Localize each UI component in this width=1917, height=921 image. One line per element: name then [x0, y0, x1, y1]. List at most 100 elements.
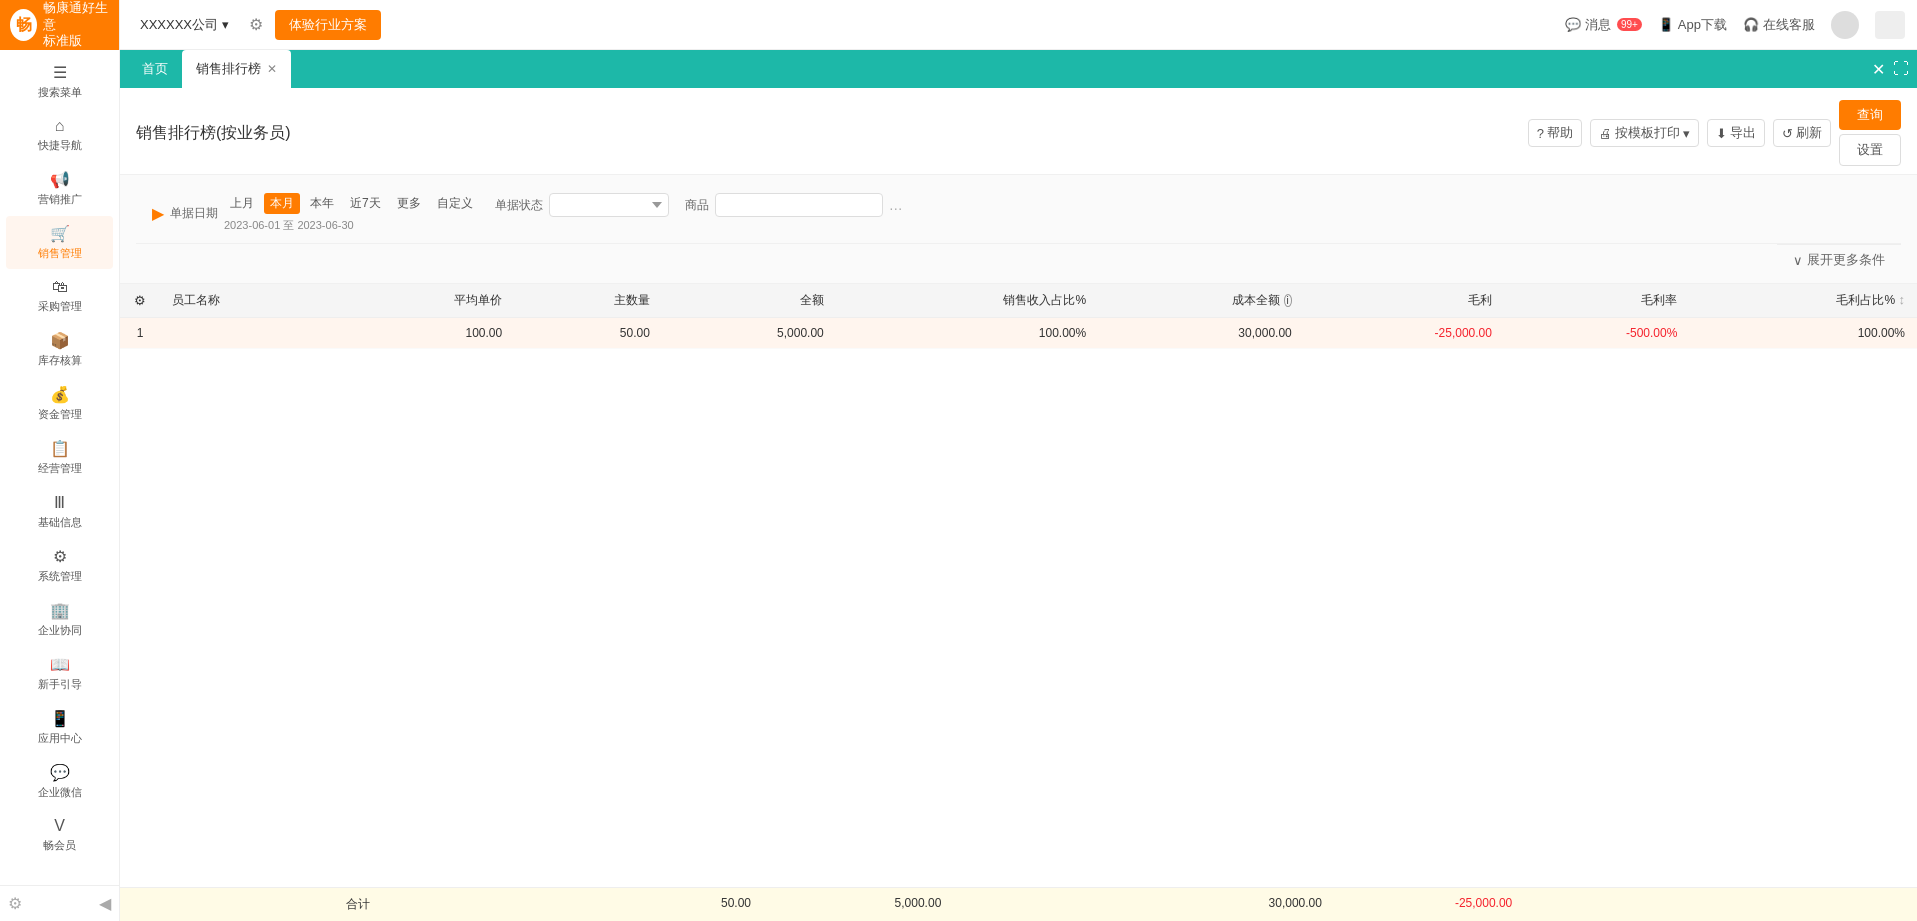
- sidebar-label-5: 库存核算: [38, 353, 82, 368]
- sidebar-icon-8: Ⅲ: [54, 493, 65, 512]
- sidebar-item-6[interactable]: 💰 资金管理: [6, 377, 113, 430]
- sidebar-label-14: 畅会员: [43, 838, 76, 853]
- sidebar-item-12[interactable]: 📱 应用中心: [6, 701, 113, 754]
- footer-qty: 50.00: [573, 896, 763, 913]
- sidebar-icon-6: 💰: [50, 385, 70, 404]
- message-badge: 99+: [1617, 18, 1642, 31]
- message-icon: 💬: [1565, 17, 1581, 32]
- tab-close-all-icon[interactable]: ✕: [1872, 60, 1885, 79]
- topbar-settings-icon[interactable]: ⚙: [249, 15, 263, 34]
- expand-more-btn[interactable]: ∨ 展开更多条件: [1777, 244, 1901, 275]
- sidebar-settings-icon[interactable]: ⚙: [8, 894, 22, 913]
- col-profit-rate: 毛利率: [1504, 284, 1689, 318]
- goods-more-icon[interactable]: …: [889, 197, 903, 213]
- goods-label: 商品: [685, 197, 709, 214]
- table-footer: 合计 50.00 5,000.00 30,000.00 -25,000.00: [120, 887, 1917, 921]
- tab-sales-ranking-label: 销售排行榜: [196, 60, 261, 78]
- row-qty: 50.00: [514, 318, 662, 349]
- col-settings-icon: ⚙: [134, 293, 146, 308]
- print-button[interactable]: 🖨 按模板打印 ▾: [1590, 119, 1699, 147]
- company-dropdown-icon: ▾: [222, 17, 229, 32]
- date-btn-7days[interactable]: 近7天: [344, 193, 387, 214]
- row-profit-rate: -500.00%: [1504, 318, 1689, 349]
- sidebar-item-14[interactable]: V 畅会员: [6, 809, 113, 861]
- query-button[interactable]: 查询: [1839, 100, 1901, 130]
- data-table: ⚙ 员工名称 平均单价 主数量 全额 销售收入占比% 成本全额 i 毛利 毛利率…: [120, 284, 1917, 349]
- date-btn-custom[interactable]: 自定义: [431, 193, 479, 214]
- row-name: [160, 318, 337, 349]
- message-button[interactable]: 💬 消息 99+: [1565, 16, 1642, 34]
- tab-sales-ranking[interactable]: 销售排行榜 ✕: [182, 50, 291, 88]
- refresh-button[interactable]: ↺ 刷新: [1773, 119, 1831, 147]
- refresh-icon: ↺: [1782, 126, 1793, 141]
- col-name: 员工名称: [160, 284, 337, 318]
- date-filter: ▶ 单据日期 上月 本月 本年 近7天 更多 自定义 2023-06-01 至 …: [152, 193, 479, 233]
- tab-close-icon[interactable]: ✕: [267, 62, 277, 76]
- sidebar-icon-5: 📦: [50, 331, 70, 350]
- export-icon: ⬇: [1716, 126, 1727, 141]
- col-amount: 全额: [662, 284, 836, 318]
- sidebar-item-2[interactable]: 📢 营销推广: [6, 162, 113, 215]
- expand-row: ∨ 展开更多条件: [136, 244, 1901, 275]
- expand-label: 展开更多条件: [1807, 251, 1885, 269]
- sidebar-label-8: 基础信息: [38, 515, 82, 530]
- page-content: 销售排行榜(按业务员) ? 帮助 🖨 按模板打印 ▾ ⬇ 导出 ↺ 刷新: [120, 88, 1917, 921]
- status-filter: 单据状态: [495, 193, 669, 217]
- company-selector[interactable]: XXXXXX公司 ▾: [132, 12, 237, 38]
- help-icon: ?: [1537, 126, 1544, 141]
- main-area: XXXXXX公司 ▾ ⚙ 体验行业方案 💬 消息 99+ 📱 App下载 🎧 在…: [120, 0, 1917, 921]
- user-name-area[interactable]: [1875, 11, 1905, 39]
- row-rank: 1: [120, 318, 160, 349]
- col-profit: 毛利: [1304, 284, 1504, 318]
- sidebar-item-4[interactable]: 🛍 采购管理: [6, 270, 113, 322]
- col-avg-price: 平均单价: [337, 284, 514, 318]
- page-title: 销售排行榜(按业务员): [136, 123, 291, 144]
- col-settings[interactable]: ⚙: [120, 284, 160, 318]
- sidebar-item-13[interactable]: 💬 企业微信: [6, 755, 113, 808]
- table-row: 1 100.00 50.00 5,000.00 100.00% 30,000.0…: [120, 318, 1917, 349]
- sidebar-item-5[interactable]: 📦 库存核算: [6, 323, 113, 376]
- sidebar-icon-3: 🛒: [50, 224, 70, 243]
- tabbar-right: ✕ ⛶: [1872, 60, 1909, 79]
- sidebar-item-9[interactable]: ⚙ 系统管理: [6, 539, 113, 592]
- online-service-button[interactable]: 🎧 在线客服: [1743, 16, 1815, 34]
- sidebar-item-3[interactable]: 🛒 销售管理: [6, 216, 113, 269]
- filter-section: ▶ 单据日期 上月 本月 本年 近7天 更多 自定义 2023-06-01 至 …: [120, 175, 1917, 284]
- sidebar-icon-2: 📢: [50, 170, 70, 189]
- app-download-button[interactable]: 📱 App下载: [1658, 16, 1727, 34]
- company-name: XXXXXX公司: [140, 16, 218, 34]
- help-button[interactable]: ? 帮助: [1528, 119, 1582, 147]
- table-body: 1 100.00 50.00 5,000.00 100.00% 30,000.0…: [120, 318, 1917, 349]
- table-header: ⚙ 员工名称 平均单价 主数量 全额 销售收入占比% 成本全额 i 毛利 毛利率…: [120, 284, 1917, 318]
- filter-arrow-icon[interactable]: ▶: [152, 204, 164, 223]
- sidebar-item-7[interactable]: 📋 经营管理: [6, 431, 113, 484]
- goods-input[interactable]: [715, 193, 883, 217]
- col-cost: 成本全额 i: [1098, 284, 1304, 318]
- sidebar-item-0[interactable]: ☰ 搜索菜单: [6, 55, 113, 108]
- sidebar-item-8[interactable]: Ⅲ 基础信息: [6, 485, 113, 538]
- date-btn-more[interactable]: 更多: [391, 193, 427, 214]
- user-avatar[interactable]: [1831, 11, 1859, 39]
- sidebar-collapse-icon[interactable]: ◀: [99, 894, 111, 913]
- sidebar-label-2: 营销推广: [38, 192, 82, 207]
- export-button[interactable]: ⬇ 导出: [1707, 119, 1765, 147]
- sidebar-item-1[interactable]: ⌂ 快捷导航: [6, 109, 113, 161]
- footer-profit-rate: [1524, 896, 1714, 913]
- sidebar-nav: ☰ 搜索菜单 ⌂ 快捷导航 📢 营销推广 🛒 销售管理 🛍 采购管理 📦 库存核…: [0, 50, 119, 885]
- tab-home[interactable]: 首页: [128, 50, 182, 88]
- sidebar-label-0: 搜索菜单: [38, 85, 82, 100]
- filter-bar: ▶ 单据日期 上月 本月 本年 近7天 更多 自定义 2023-06-01 至 …: [136, 183, 1901, 244]
- sidebar-item-10[interactable]: 🏢 企业协同: [6, 593, 113, 646]
- sidebar-logo: 畅 畅康通好生意 标准版: [0, 0, 119, 50]
- message-label: 消息: [1585, 16, 1611, 34]
- table-container: ⚙ 员工名称 平均单价 主数量 全额 销售收入占比% 成本全额 i 毛利 毛利率…: [120, 284, 1917, 887]
- settings-button[interactable]: 设置: [1839, 134, 1901, 166]
- trial-button[interactable]: 体验行业方案: [275, 10, 381, 40]
- status-select[interactable]: [549, 193, 669, 217]
- date-btn-this-year[interactable]: 本年: [304, 193, 340, 214]
- sidebar-item-11[interactable]: 📖 新手引导: [6, 647, 113, 700]
- date-btn-last-month[interactable]: 上月: [224, 193, 260, 214]
- date-btn-this-month[interactable]: 本月: [264, 193, 300, 214]
- tab-expand-icon[interactable]: ⛶: [1893, 60, 1909, 79]
- sidebar-icon-0: ☰: [53, 63, 67, 82]
